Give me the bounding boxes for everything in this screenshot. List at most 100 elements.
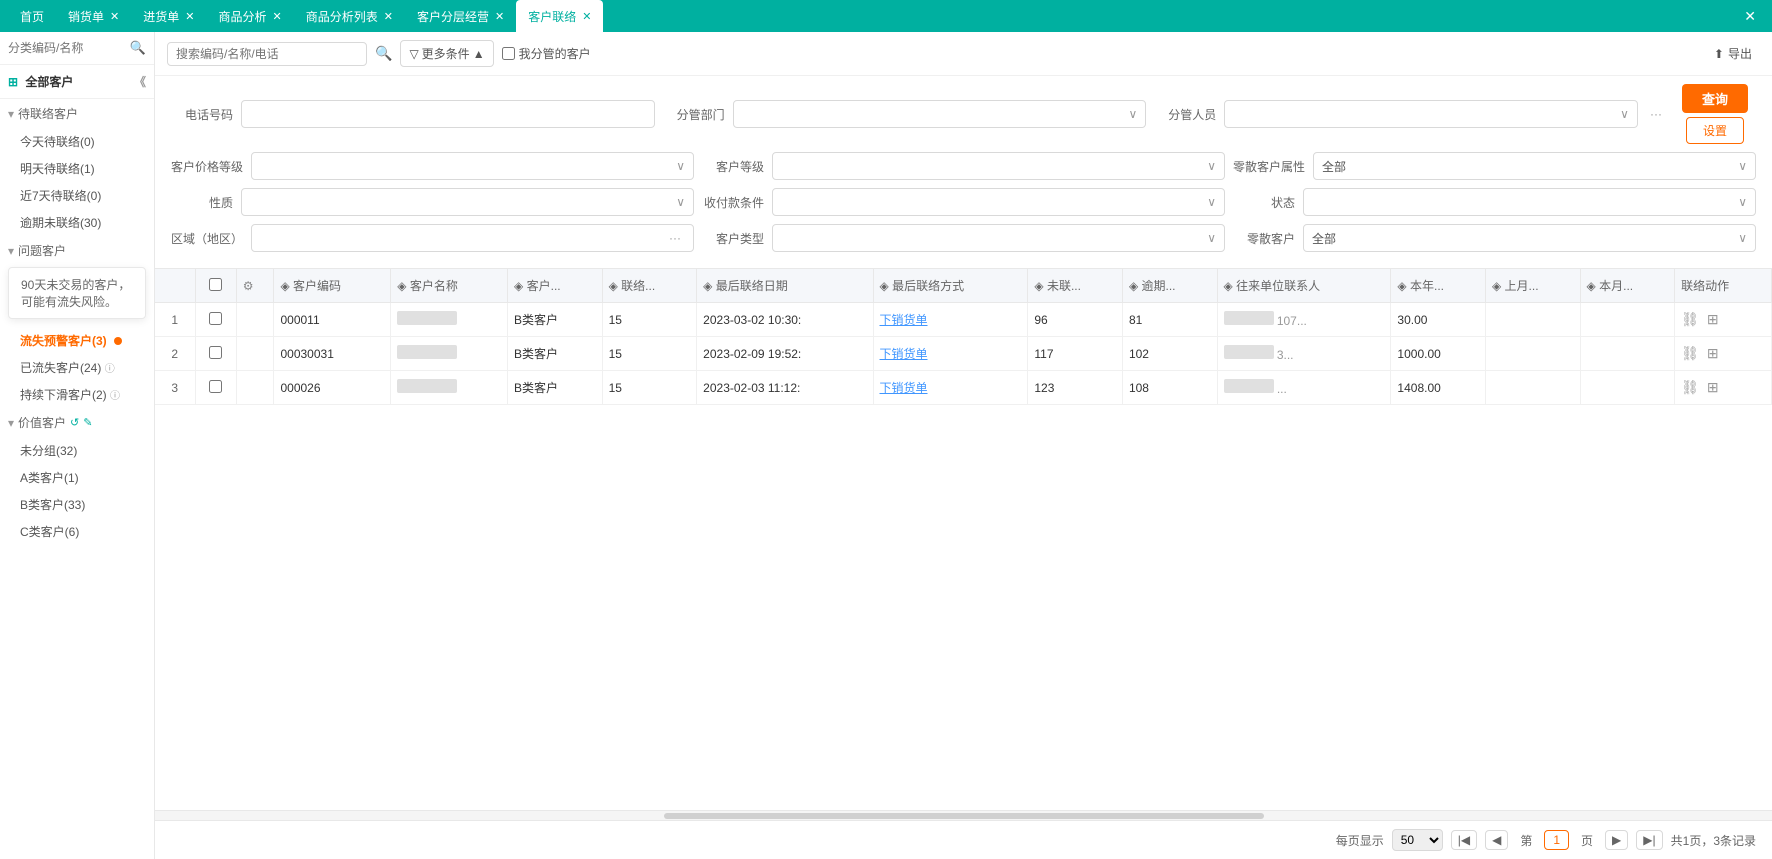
region-select[interactable]: ···	[251, 224, 694, 252]
action-link-icon[interactable]: ⛓	[1681, 379, 1699, 396]
row-this-month	[1580, 337, 1675, 371]
filter-field-person: 分管人员 ∨	[1154, 100, 1638, 128]
row-name	[391, 371, 508, 405]
refresh-icon[interactable]: ↺	[70, 416, 79, 429]
tab-purchase-close[interactable]: ✕	[185, 10, 194, 23]
last-page-button[interactable]: ▶|	[1636, 830, 1662, 850]
tab-customer-contact[interactable]: 客户联络 ✕	[516, 0, 603, 32]
action-link-icon[interactable]: ⛓	[1681, 311, 1699, 328]
query-button[interactable]: 查询	[1682, 84, 1748, 113]
sidebar-item-class-a[interactable]: A类客户(1)	[0, 464, 154, 491]
export-button[interactable]: ⬆ 导出	[1706, 41, 1760, 66]
edit-icon[interactable]: ✎	[83, 416, 92, 429]
prev-page-button[interactable]: ◀	[1485, 830, 1508, 850]
sidebar-item-churned[interactable]: 已流失客户(24) ⓘ	[0, 354, 154, 381]
action-grid-icon[interactable]: ⊞	[1707, 345, 1719, 362]
filter-label-retail-attr: 零散客户属性	[1233, 158, 1313, 175]
col-no-contact-days: ◈ 未联...	[1028, 269, 1123, 303]
cust-type-select[interactable]: ∨	[772, 224, 1225, 252]
collapse-icon[interactable]: 《	[134, 73, 146, 90]
status-select[interactable]: ∨	[1303, 188, 1756, 216]
advanced-filter-panel: 电话号码 分管部门 ∨ 分管人员 ∨ ···	[155, 76, 1772, 269]
more-conditions-button[interactable]: ▽ 更多条件 ▲	[400, 40, 493, 67]
payment-select[interactable]: ∨	[772, 188, 1225, 216]
sidebar-item-ungrouped[interactable]: 未分组(32)	[0, 437, 154, 464]
sidebar-group-pending-contact[interactable]: ▾ 待联络客户	[0, 99, 154, 128]
action-link-icon[interactable]: ⛓	[1681, 345, 1699, 362]
col-this-month: ◈ 本月...	[1580, 269, 1675, 303]
row-last-contact-date: 2023-02-09 19:52:	[697, 337, 873, 371]
row-this-year: 1000.00	[1391, 337, 1486, 371]
tab-purchase[interactable]: 进货单 ✕	[131, 0, 206, 32]
row-this-year: 30.00	[1391, 303, 1486, 337]
row-overdue: 108	[1122, 371, 1217, 405]
row-last-contact-method: 下销货单	[873, 337, 1028, 371]
search-input[interactable]	[167, 42, 367, 66]
price-grade-select[interactable]: ∨	[251, 152, 694, 180]
contact-method-link[interactable]: 下销货单	[880, 381, 928, 395]
dept-select[interactable]: ∨	[733, 100, 1147, 128]
tab-sales-close[interactable]: ✕	[110, 10, 119, 23]
sidebar-group-problem-customers[interactable]: ▾ 问题客户	[0, 236, 154, 265]
more-dots-2[interactable]: ···	[665, 231, 685, 245]
sidebar-search-area: 🔍	[0, 32, 154, 65]
my-customers-check[interactable]	[502, 47, 515, 60]
person-select[interactable]: ∨	[1224, 100, 1638, 128]
filter-field-retail-attr: 零散客户属性 全部 ∨	[1233, 152, 1756, 180]
horizontal-scrollbar[interactable]	[155, 810, 1772, 820]
search-button[interactable]: 🔍	[375, 45, 392, 62]
row-action: ⛓ ⊞	[1675, 337, 1772, 371]
tab-product-analysis-close[interactable]: ✕	[273, 10, 282, 23]
table-settings-icon[interactable]: ⚙	[243, 279, 254, 293]
contact-method-link[interactable]: 下销货单	[880, 313, 928, 327]
sidebar-item-today-contact[interactable]: 今天待联络(0)	[0, 128, 154, 155]
row-checkbox[interactable]	[209, 380, 222, 393]
action-grid-icon[interactable]: ⊞	[1707, 379, 1719, 396]
tab-sales[interactable]: 销货单 ✕	[56, 0, 131, 32]
action-grid-icon[interactable]: ⊞	[1707, 311, 1719, 328]
col-name: ◈ 客户名称	[391, 269, 508, 303]
sidebar-item-churn-warning[interactable]: 流失预警客户(3)	[0, 327, 154, 354]
phone-input[interactable]	[241, 100, 655, 128]
retail-cust-select[interactable]: 全部 ∨	[1303, 224, 1756, 252]
next-page-button[interactable]: ▶	[1605, 830, 1628, 850]
chevron-down-icon-6: ∨	[676, 195, 685, 209]
scrollbar-thumb[interactable]	[664, 813, 1264, 819]
per-page-select[interactable]: 50 100 200	[1392, 829, 1443, 851]
more-dots-1[interactable]: ···	[1646, 107, 1666, 121]
settings-button[interactable]: 设置	[1686, 117, 1744, 144]
tab-home[interactable]: 首页	[8, 8, 56, 25]
sidebar-item-tomorrow-contact[interactable]: 明天待联络(1)	[0, 155, 154, 182]
tab-customer-segments-close[interactable]: ✕	[495, 10, 504, 23]
filter-field-cust-grade: 客户等级 ∨	[702, 152, 1225, 180]
sidebar-item-class-b[interactable]: B类客户(33)	[0, 491, 154, 518]
row-action: ⛓ ⊞	[1675, 303, 1772, 337]
tab-customer-segments[interactable]: 客户分层经营 ✕	[405, 0, 516, 32]
sidebar-group-value-customers[interactable]: ▾ 价值客户 ↺ ✎	[0, 408, 154, 437]
chevron-up-icon: ▲	[473, 47, 485, 61]
sidebar-item-7days-contact[interactable]: 近7天待联络(0)	[0, 182, 154, 209]
select-all-checkbox[interactable]	[209, 278, 222, 291]
col-settings[interactable]: ⚙	[236, 269, 274, 303]
sidebar-item-declining[interactable]: 持续下滑客户(2) ⓘ	[0, 381, 154, 408]
window-close-button[interactable]: ✕	[1736, 8, 1764, 25]
page-label: 第	[1516, 832, 1536, 849]
first-page-button[interactable]: |◀	[1451, 830, 1477, 850]
all-customers-item[interactable]: ⊞ 全部客户 《	[0, 65, 154, 99]
row-checkbox[interactable]	[209, 312, 222, 325]
nature-select[interactable]: ∨	[241, 188, 694, 216]
sidebar-item-overdue-contact[interactable]: 逾期未联络(30)	[0, 209, 154, 236]
tab-product-analysis[interactable]: 商品分析 ✕	[206, 0, 293, 32]
sidebar-search-input[interactable]	[8, 41, 126, 55]
filter-label-price-grade: 客户价格等级	[171, 158, 251, 175]
my-customers-checkbox[interactable]: 我分管的客户	[502, 45, 591, 62]
row-checkbox[interactable]	[209, 346, 222, 359]
cust-grade-select[interactable]: ∨	[772, 152, 1225, 180]
sidebar-item-class-c[interactable]: C类客户(6)	[0, 518, 154, 545]
tab-product-analysis-list-close[interactable]: ✕	[384, 10, 393, 23]
retail-attr-select[interactable]: 全部 ∨	[1313, 152, 1756, 180]
contact-method-link[interactable]: 下销货单	[880, 347, 928, 361]
current-page: 1	[1544, 830, 1569, 850]
tab-product-analysis-list[interactable]: 商品分析列表 ✕	[294, 0, 405, 32]
tab-customer-contact-close[interactable]: ✕	[582, 10, 591, 23]
